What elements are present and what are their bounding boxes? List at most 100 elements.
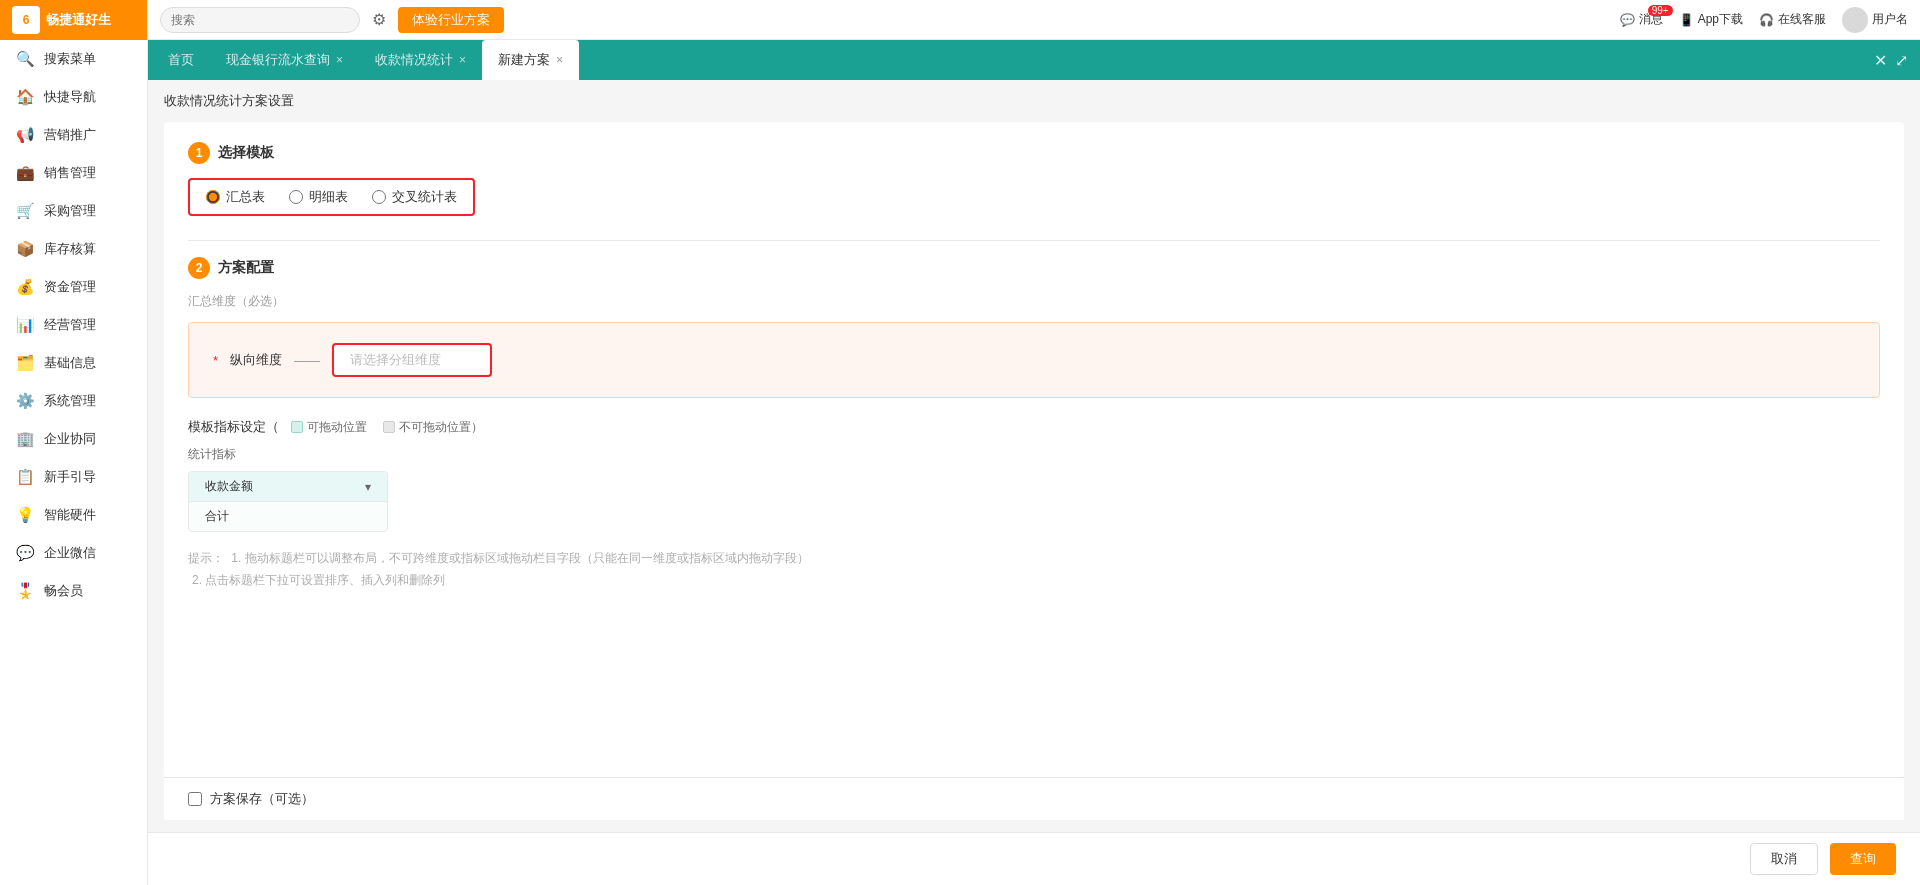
radio-detail[interactable]: 明细表 (289, 188, 348, 206)
chart-icon: 📊 (16, 316, 34, 334)
save-checkbox[interactable] (188, 792, 202, 806)
step2-title: 方案配置 (218, 259, 274, 277)
legend-draggable: 可拖动位置 (291, 419, 367, 436)
metric-dropdown-icon[interactable]: ▾ (365, 480, 371, 494)
tab-new-plan[interactable]: 新建方案 × (482, 40, 579, 80)
member-icon: 🎖️ (16, 582, 34, 600)
tabs-bar: 首页 现金银行流水查询 × 收款情况统计 × 新建方案 × ✕ ⤢ (148, 40, 1920, 80)
download-item[interactable]: 📱 App下载 (1679, 11, 1743, 28)
metric-settings-header: 模板指标设定（ 可拖动位置 不可拖动位置） (188, 418, 1880, 436)
sidebar-item-label: 企业微信 (44, 544, 96, 562)
vertical-label: 纵向维度 (230, 351, 282, 369)
inventory-icon: 📦 (16, 240, 34, 258)
radio-cross-label: 交叉统计表 (392, 188, 457, 206)
sidebar-item-finance[interactable]: 💰 资金管理 (0, 268, 147, 306)
corp-icon: 🏢 (16, 430, 34, 448)
step2-section: 2 方案配置 汇总维度（必选） * 纵向维度 —— 请选择分组维度 (188, 257, 1880, 591)
expand-icon[interactable]: ⤢ (1895, 51, 1908, 70)
query-button[interactable]: 查询 (1830, 843, 1896, 875)
sidebar-item-wechat[interactable]: 💬 企业微信 (0, 534, 147, 572)
radio-detail-input[interactable] (289, 190, 303, 204)
non-draggable-dot (383, 421, 395, 433)
settings-icon[interactable]: ⚙ (372, 10, 386, 29)
sidebar-item-operations[interactable]: 📊 经营管理 (0, 306, 147, 344)
service-icon: 🎧 (1759, 13, 1774, 27)
trial-button[interactable]: 体验行业方案 (398, 7, 504, 33)
tabs-actions: ✕ ⤢ (1874, 51, 1916, 70)
guide-icon: 📋 (16, 468, 34, 486)
radio-summary[interactable]: 汇总表 (206, 188, 265, 206)
info-icon: 🗂️ (16, 354, 34, 372)
tab-new-plan-label: 新建方案 (498, 51, 550, 69)
sidebar-item-label: 搜索菜单 (44, 50, 96, 68)
save-label: 方案保存（可选） (210, 790, 314, 808)
user-item[interactable]: 用户名 (1842, 7, 1908, 33)
hardware-icon: 💡 (16, 506, 34, 524)
tab-bank-close[interactable]: × (336, 53, 343, 67)
sidebar-item-corp[interactable]: 🏢 企业协同 (0, 420, 147, 458)
sidebar-item-label: 畅会员 (44, 582, 83, 600)
sidebar-item-purchase[interactable]: 🛒 采购管理 (0, 192, 147, 230)
tab-receivables-close[interactable]: × (459, 53, 466, 67)
tips-section: 提示： 1. 拖动标题栏可以调整布局，不可跨维度或指标区域拖动栏目字段（只能在同… (188, 548, 1880, 591)
divider1 (188, 240, 1880, 241)
cart-icon: 🛒 (16, 202, 34, 220)
download-icon: 📱 (1679, 13, 1694, 27)
main-area: ⚙ 体验行业方案 💬 消息 99+ 📱 App下载 🎧 在线客服 用户名 (148, 0, 1920, 885)
tab-bank-label: 现金银行流水查询 (226, 51, 330, 69)
sidebar-item-system[interactable]: ⚙️ 系统管理 (0, 382, 147, 420)
cancel-button[interactable]: 取消 (1750, 843, 1818, 875)
sidebar-item-search[interactable]: 🔍 搜索菜单 (0, 40, 147, 78)
username: 用户名 (1872, 11, 1908, 28)
logo-icon: 6 (12, 6, 40, 34)
sidebar-item-inventory[interactable]: 📦 库存核算 (0, 230, 147, 268)
tab-new-plan-close[interactable]: × (556, 53, 563, 67)
radio-detail-label: 明细表 (309, 188, 348, 206)
topbar: ⚙ 体验行业方案 💬 消息 99+ 📱 App下载 🎧 在线客服 用户名 (148, 0, 1920, 40)
topbar-right: 💬 消息 99+ 📱 App下载 🎧 在线客服 用户名 (1620, 7, 1908, 33)
radio-cross-input[interactable] (372, 190, 386, 204)
sidebar-item-hardware[interactable]: 💡 智能硬件 (0, 496, 147, 534)
step1-title: 选择模板 (218, 144, 274, 162)
stats-section-label: 统计指标 (188, 446, 1880, 463)
template-options: 汇总表 明细表 交叉统计表 (188, 178, 475, 216)
close-all-icon[interactable]: ✕ (1874, 51, 1887, 70)
service-item[interactable]: 🎧 在线客服 (1759, 11, 1826, 28)
sidebar-item-label: 基础信息 (44, 354, 96, 372)
radio-summary-input[interactable] (206, 190, 220, 204)
home-icon: 🏠 (16, 88, 34, 106)
message-item[interactable]: 💬 消息 99+ (1620, 11, 1663, 28)
sidebar-item-marketing[interactable]: 📢 营销推广 (0, 116, 147, 154)
avatar (1842, 7, 1868, 33)
megaphone-icon: 📢 (16, 126, 34, 144)
tab-receivables-label: 收款情况统计 (375, 51, 453, 69)
sidebar-item-basic-info[interactable]: 🗂️ 基础信息 (0, 344, 147, 382)
search-input[interactable] (160, 7, 360, 33)
sidebar-item-label: 营销推广 (44, 126, 96, 144)
draggable-label: 可拖动位置 (307, 419, 367, 436)
sidebar-item-label: 资金管理 (44, 278, 96, 296)
tab-bank[interactable]: 现金银行流水查询 × (210, 40, 359, 80)
sidebar-item-sales[interactable]: 💼 销售管理 (0, 154, 147, 192)
metric-settings: 模板指标设定（ 可拖动位置 不可拖动位置） 统计指标 (188, 418, 1880, 532)
tab-receivables[interactable]: 收款情况统计 × (359, 40, 482, 80)
logo-text: 畅捷通好生 (46, 11, 111, 29)
sidebar-item-quicknav[interactable]: 🏠 快捷导航 (0, 78, 147, 116)
dimension-select[interactable]: 请选择分组维度 (332, 343, 492, 377)
sidebar-item-guide[interactable]: 📋 新手引导 (0, 458, 147, 496)
step1-header: 1 选择模板 (188, 142, 1880, 164)
sidebar-item-member[interactable]: 🎖️ 畅会员 (0, 572, 147, 610)
radio-cross[interactable]: 交叉统计表 (372, 188, 457, 206)
tab-home[interactable]: 首页 (152, 40, 210, 80)
message-icon: 💬 (1620, 13, 1635, 27)
sidebar-item-label: 库存核算 (44, 240, 96, 258)
metric-header-text: 收款金额 (205, 478, 253, 495)
content-area: 收款情况统计方案设置 1 选择模板 汇总表 明细表 (148, 80, 1920, 832)
sidebar-item-label: 新手引导 (44, 468, 96, 486)
dimension-area: * 纵向维度 —— 请选择分组维度 (188, 322, 1880, 398)
metric-table-header[interactable]: 收款金额 ▾ (189, 472, 387, 502)
sidebar-item-label: 系统管理 (44, 392, 96, 410)
sidebar: 6 畅捷通好生 🔍 搜索菜单 🏠 快捷导航 📢 营销推广 💼 销售管理 🛒 采购… (0, 0, 148, 885)
dimension-config-label: 汇总维度（必选） (188, 293, 1880, 310)
metric-table: 收款金额 ▾ 合计 (188, 471, 388, 532)
